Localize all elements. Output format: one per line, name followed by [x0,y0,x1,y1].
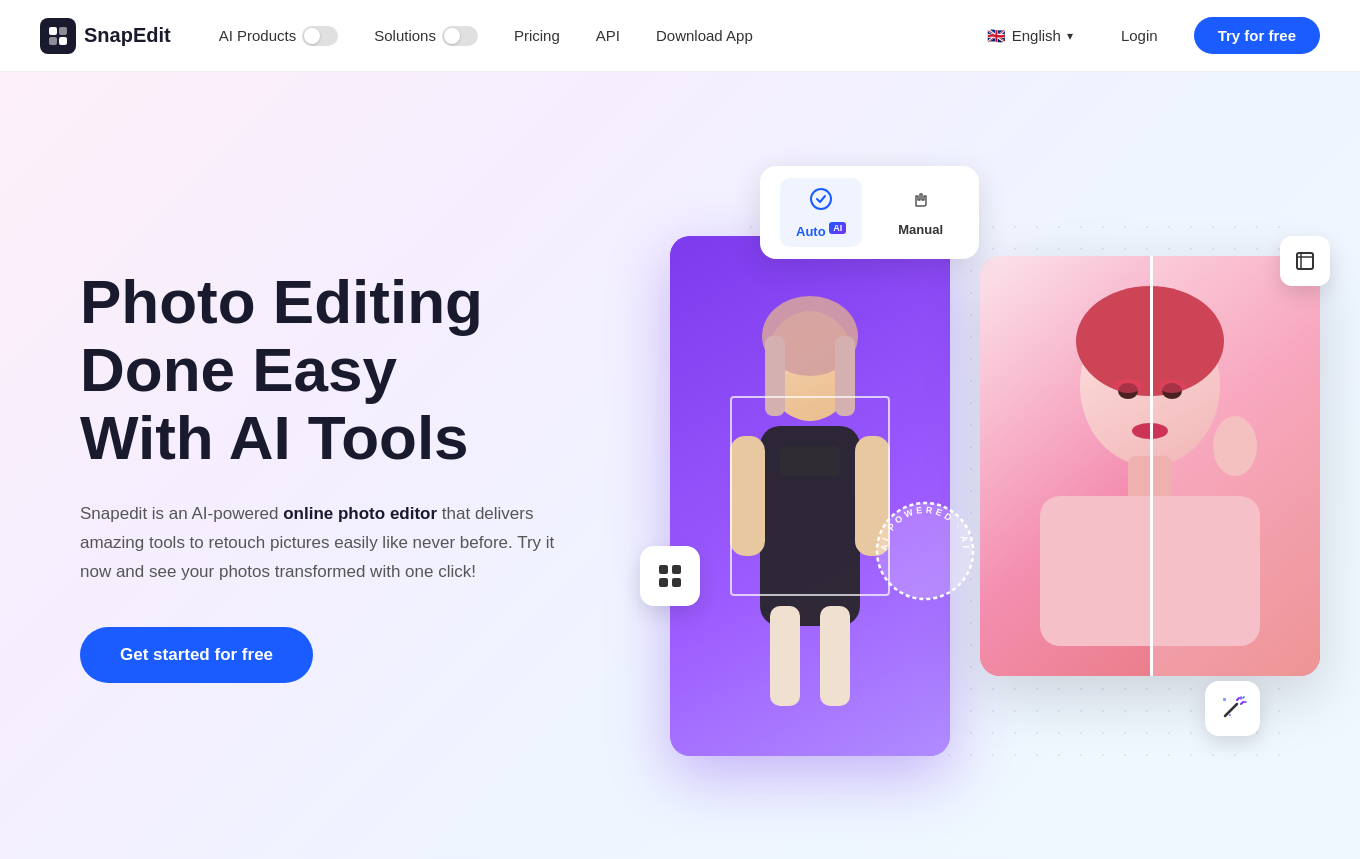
svg-line-42 [1243,697,1244,698]
navbar: SnapEdit AI Products Solutions Pricing A… [0,0,1360,72]
svg-point-27 [1213,416,1257,476]
svg-point-25 [1158,379,1186,393]
logo[interactable]: SnapEdit [40,18,171,54]
hero-right: Auto AI Manual [640,136,1320,816]
auto-mode-icon [808,186,834,218]
manual-mode-icon [908,186,934,218]
svg-rect-0 [49,27,57,35]
svg-rect-3 [59,37,67,45]
language-label: English [1012,27,1061,44]
nav-item-solutions[interactable]: Solutions [358,18,494,54]
nav-item-download-app[interactable]: Download App [640,19,769,52]
toggle-dot-2 [444,28,460,44]
svg-point-35 [877,503,973,599]
svg-point-4 [811,189,831,209]
crop-icon [1292,248,1318,274]
svg-rect-32 [672,565,681,574]
svg-rect-33 [659,578,668,587]
selection-frame [730,396,890,596]
svg-rect-2 [49,37,57,45]
nav-items: AI Products Solutions Pricing API Downlo… [203,18,975,54]
svg-line-39 [1241,702,1243,704]
ai-badge: AI [829,222,846,234]
svg-rect-1 [59,27,67,35]
brand-name: SnapEdit [84,24,171,47]
layout-icon-card[interactable] [640,546,700,606]
svg-rect-13 [770,606,800,706]
toggle-dot [304,28,320,44]
nav-item-api[interactable]: API [580,19,636,52]
nav-toggle-solutions[interactable] [442,26,478,46]
svg-rect-28 [1297,253,1313,269]
hero-description: Snapedit is an AI-powered online photo e… [80,500,560,587]
nav-item-ai-products[interactable]: AI Products [203,18,355,54]
svg-rect-31 [659,565,668,574]
hero-title: Photo Editing Done Easy With AI Tools [80,268,600,473]
chevron-down-icon: ▾ [1067,29,1073,43]
auto-mode-button[interactable]: Auto AI [780,178,862,247]
before-after-divider [1150,256,1153,676]
nav-toggle-ai-products[interactable] [302,26,338,46]
ai-stamp-svg: AI POWERED · AI POWERED · [870,496,980,606]
nav-item-pricing[interactable]: Pricing [498,19,576,52]
svg-line-37 [1225,704,1237,716]
manual-mode-label: Manual [898,222,943,237]
crop-icon-card[interactable] [1280,236,1330,286]
try-for-free-button[interactable]: Try for free [1194,17,1320,54]
layout-icon [656,562,684,590]
flag-emoji: 🇬🇧 [987,27,1006,45]
magic-wand-card[interactable] [1205,681,1260,736]
svg-rect-43 [1223,698,1226,701]
auto-mode-label: Auto AI [796,222,846,239]
nav-right: 🇬🇧 English ▾ Login Try for free [975,17,1320,54]
svg-rect-44 [1229,714,1231,716]
get-started-button[interactable]: Get started for free [80,627,313,683]
ai-powered-stamp: AI POWERED · AI POWERED · [870,496,980,606]
svg-line-38 [1237,698,1239,700]
svg-point-24 [1114,379,1142,393]
magic-wand-icon [1219,694,1247,722]
logo-icon [40,18,76,54]
language-selector[interactable]: 🇬🇧 English ▾ [975,19,1085,53]
right-photo-card [980,256,1320,676]
svg-rect-34 [672,578,681,587]
login-button[interactable]: Login [1101,19,1178,52]
hero-desc-bold: online photo editor [283,504,437,523]
hero-section: Photo Editing Done Easy With AI Tools Sn… [0,72,1360,859]
manual-mode-button[interactable]: Manual [882,178,959,247]
svg-rect-14 [820,606,850,706]
hero-left: Photo Editing Done Easy With AI Tools Sn… [80,268,600,683]
mode-selector-card: Auto AI Manual [760,166,979,259]
